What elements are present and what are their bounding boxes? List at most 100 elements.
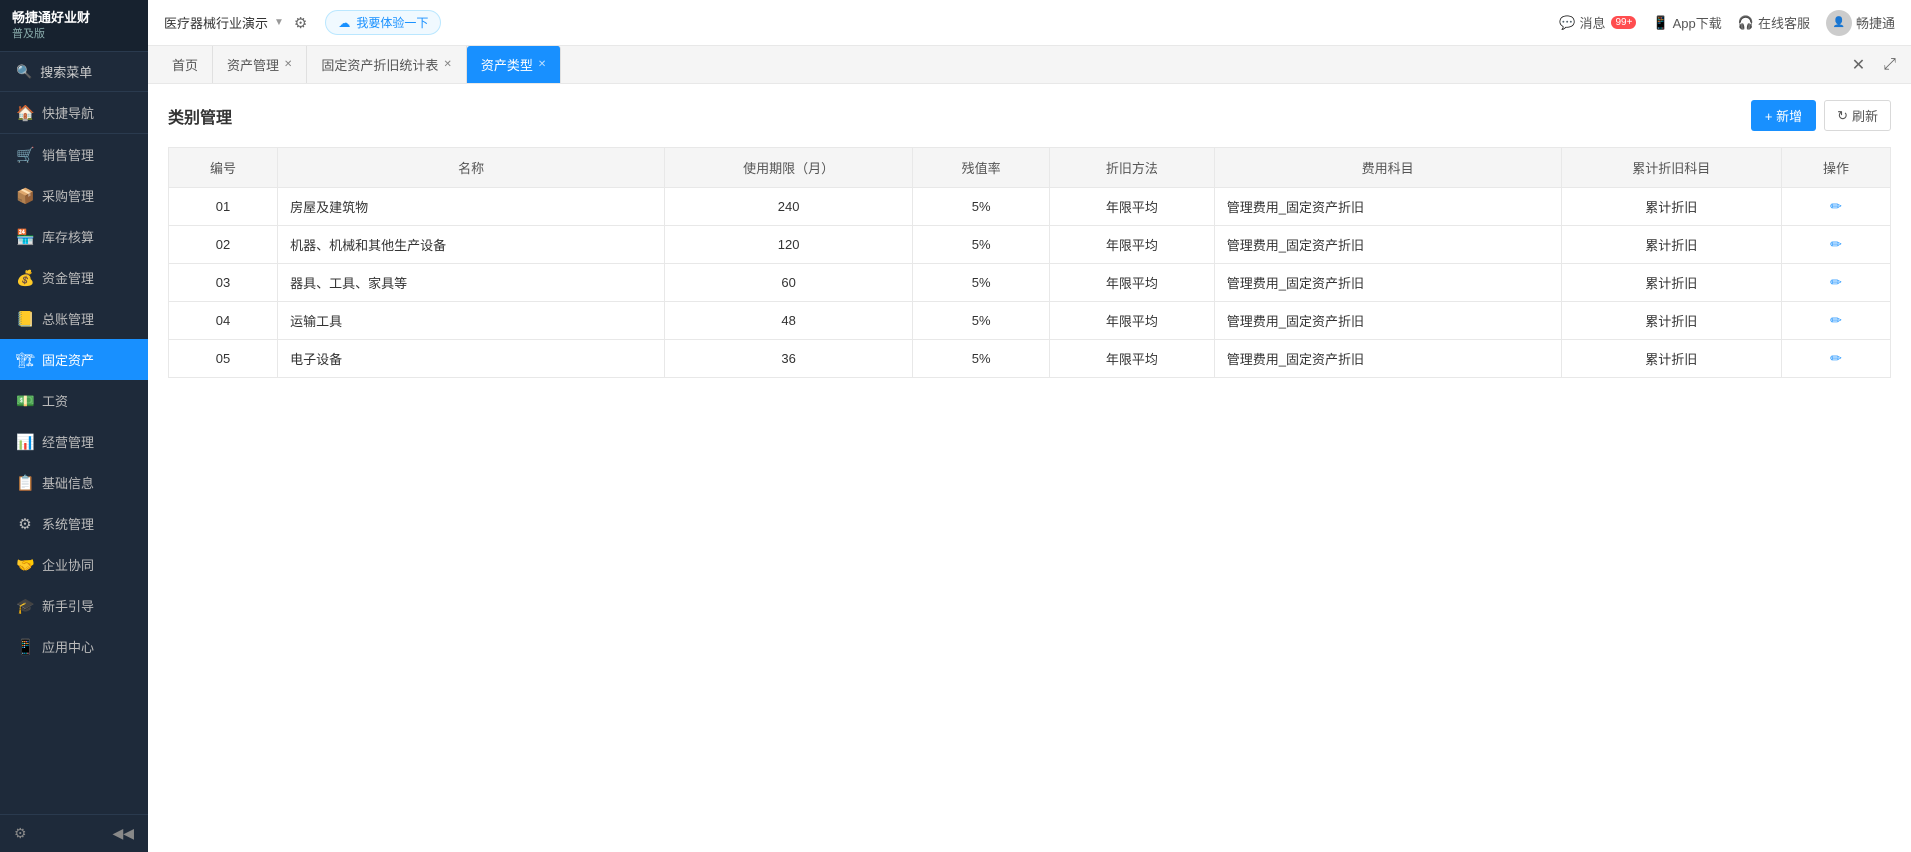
app-version: 普及版 — [12, 27, 136, 41]
message-icon: 💬 — [1559, 15, 1575, 31]
messages-button[interactable]: 💬 消息 99+ — [1559, 13, 1636, 32]
maximize-tab-button[interactable]: ⤢ — [1878, 54, 1901, 76]
cell-residual: 5% — [913, 302, 1050, 340]
edit-icon[interactable]: ✏ — [1830, 236, 1842, 252]
user-menu[interactable]: 👤 畅捷通 — [1826, 10, 1895, 36]
sidebar-item-fixed-asset[interactable]: 🏗固定资产 — [0, 339, 148, 380]
collapse-icon[interactable]: ◀◀ — [112, 825, 134, 842]
new-button[interactable]: + 新增 — [1751, 100, 1816, 131]
fixed-asset-icon: 🏗 — [16, 351, 34, 369]
sidebar-item-inventory[interactable]: 🏪库存核算 — [0, 216, 148, 257]
settings-icon[interactable]: ⚙ — [14, 825, 27, 842]
tab-label: 固定资产折旧统计表 — [321, 55, 438, 74]
cell-residual: 5% — [913, 264, 1050, 302]
download-icon: 📱 — [1652, 15, 1668, 31]
cell-residual: 5% — [913, 226, 1050, 264]
sidebar-item-enterprise[interactable]: 🤝企业协同 — [0, 544, 148, 585]
settings-gear-icon[interactable]: ⚙ — [294, 14, 307, 32]
operations-icon: 📊 — [16, 433, 34, 451]
app-name: 畅捷通好业财 — [12, 10, 136, 27]
cloud-icon: ☁ — [338, 16, 350, 30]
col-header: 操作 — [1781, 148, 1890, 188]
cell-expense: 管理费用_固定资产折旧 — [1214, 188, 1561, 226]
tab-close-icon[interactable]: ✕ — [538, 59, 546, 70]
cell-action: ✏ — [1781, 188, 1890, 226]
experience-button[interactable]: ☁ 我要体验一下 — [325, 10, 441, 35]
sidebar-item-purchase[interactable]: 📦采购管理 — [0, 175, 148, 216]
cell-name: 机器、机械和其他生产设备 — [278, 226, 665, 264]
sidebar-nav: 🛒销售管理📦采购管理🏪库存核算 💰 资金管理 📒总账管理🏗固定资产💵工资📊经营管理📋基… — [0, 134, 148, 814]
edit-icon[interactable]: ✏ — [1830, 274, 1842, 290]
sidebar-item-payroll[interactable]: 💵工资 — [0, 380, 148, 421]
cell-code: 03 — [169, 264, 278, 302]
cell-residual: 5% — [913, 188, 1050, 226]
topbar-right: 💬 消息 99+ 📱 App下载 🎧 在线客服 👤 畅捷通 — [1559, 10, 1895, 36]
tab-fixed-asset-depreciation[interactable]: 固定资产折旧统计表 ✕ — [307, 46, 466, 83]
edit-icon[interactable]: ✏ — [1830, 350, 1842, 366]
cell-action: ✏ — [1781, 302, 1890, 340]
sidebar-item-ledger[interactable]: 📒总账管理 — [0, 298, 148, 339]
topbar: 医疗器械行业演示 ▼ ⚙ ☁ 我要体验一下 💬 消息 99+ 📱 App下载 🎧… — [148, 0, 1911, 46]
cell-name: 器具、工具、家具等 — [278, 264, 665, 302]
table-row: 04 运输工具 48 5% 年限平均 管理费用_固定资产折旧 累计折旧 ✏ — [169, 302, 1891, 340]
chevron-down-icon: ▼ — [274, 17, 284, 28]
home-icon: 🏠 — [16, 104, 34, 122]
module-name: 医疗器械行业演示 — [164, 13, 268, 32]
cell-accum: 累计折旧 — [1561, 340, 1781, 378]
cell-expense: 管理费用_固定资产折旧 — [1214, 302, 1561, 340]
cell-expense: 管理费用_固定资产折旧 — [1214, 340, 1561, 378]
search-icon: 🔍 — [16, 64, 32, 80]
customer-service-label: 在线客服 — [1758, 13, 1810, 32]
sidebar-item-quick-nav[interactable]: 🏠 快捷导航 — [0, 92, 148, 134]
sidebar-item-sales[interactable]: 🛒销售管理 — [0, 134, 148, 175]
content-header: 类别管理 + 新增 ↻ 刷新 — [168, 100, 1891, 131]
edit-icon[interactable]: ✏ — [1830, 198, 1842, 214]
headset-icon: 🎧 — [1738, 15, 1754, 31]
tab-asset-type[interactable]: 资产类型 ✕ — [467, 46, 561, 83]
avatar: 👤 — [1826, 10, 1852, 36]
capital-icon: 💰 — [16, 269, 34, 287]
col-header: 编号 — [169, 148, 278, 188]
cell-expense: 管理费用_固定资产折旧 — [1214, 264, 1561, 302]
app-download-label: App下载 — [1673, 13, 1722, 32]
tab-close-icon[interactable]: ✕ — [443, 59, 451, 70]
cell-period: 240 — [665, 188, 913, 226]
edit-icon[interactable]: ✏ — [1830, 312, 1842, 328]
module-selector[interactable]: 医疗器械行业演示 ▼ — [164, 13, 284, 32]
tab-asset-mgmt[interactable]: 资产管理✕ — [213, 46, 307, 83]
col-header: 折旧方法 — [1050, 148, 1215, 188]
cell-name: 运输工具 — [278, 302, 665, 340]
cell-name: 房屋及建筑物 — [278, 188, 665, 226]
tab-label: 首页 — [172, 55, 198, 74]
cell-code: 02 — [169, 226, 278, 264]
tab-close-icon[interactable]: ✕ — [284, 59, 292, 70]
system-icon: ⚙ — [16, 515, 34, 533]
sidebar-item-app-center[interactable]: 📱应用中心 — [0, 626, 148, 667]
search-menu-button[interactable]: 🔍 搜索菜单 — [0, 52, 148, 92]
customer-service-button[interactable]: 🎧 在线客服 — [1738, 13, 1810, 32]
sidebar-item-label: 工资 — [42, 391, 68, 410]
close-tab-button[interactable]: ✕ — [1847, 53, 1870, 77]
cell-method: 年限平均 — [1050, 302, 1215, 340]
main-area: 医疗器械行业演示 ▼ ⚙ ☁ 我要体验一下 💬 消息 99+ 📱 App下载 🎧… — [148, 0, 1911, 852]
cell-action: ✏ — [1781, 340, 1890, 378]
sidebar-item-label: 资金管理 — [42, 268, 94, 287]
cell-accum: 累计折旧 — [1561, 226, 1781, 264]
refresh-button[interactable]: ↻ 刷新 — [1824, 100, 1891, 131]
sidebar-item-basic-info[interactable]: 📋基础信息 — [0, 462, 148, 503]
sidebar-item-system[interactable]: ⚙系统管理 — [0, 503, 148, 544]
refresh-label: 刷新 — [1852, 106, 1878, 125]
sidebar-item-capital[interactable]: 💰 资金管理 — [0, 257, 148, 298]
sidebar-item-operations[interactable]: 📊经营管理 — [0, 421, 148, 462]
page-title: 类别管理 — [168, 104, 232, 128]
messages-badge: 99+ — [1611, 16, 1636, 29]
sidebar-item-guide[interactable]: 🎓新手引导 — [0, 585, 148, 626]
tab-label: 资产类型 — [481, 55, 533, 74]
sidebar-item-label: 销售管理 — [42, 145, 94, 164]
cell-period: 60 — [665, 264, 913, 302]
table-body: 01 房屋及建筑物 240 5% 年限平均 管理费用_固定资产折旧 累计折旧 ✏… — [169, 188, 1891, 378]
sidebar-item-label: 新手引导 — [42, 596, 94, 615]
cell-method: 年限平均 — [1050, 340, 1215, 378]
app-download-button[interactable]: 📱 App下载 — [1652, 13, 1721, 32]
tab-home[interactable]: 首页 — [158, 46, 213, 83]
